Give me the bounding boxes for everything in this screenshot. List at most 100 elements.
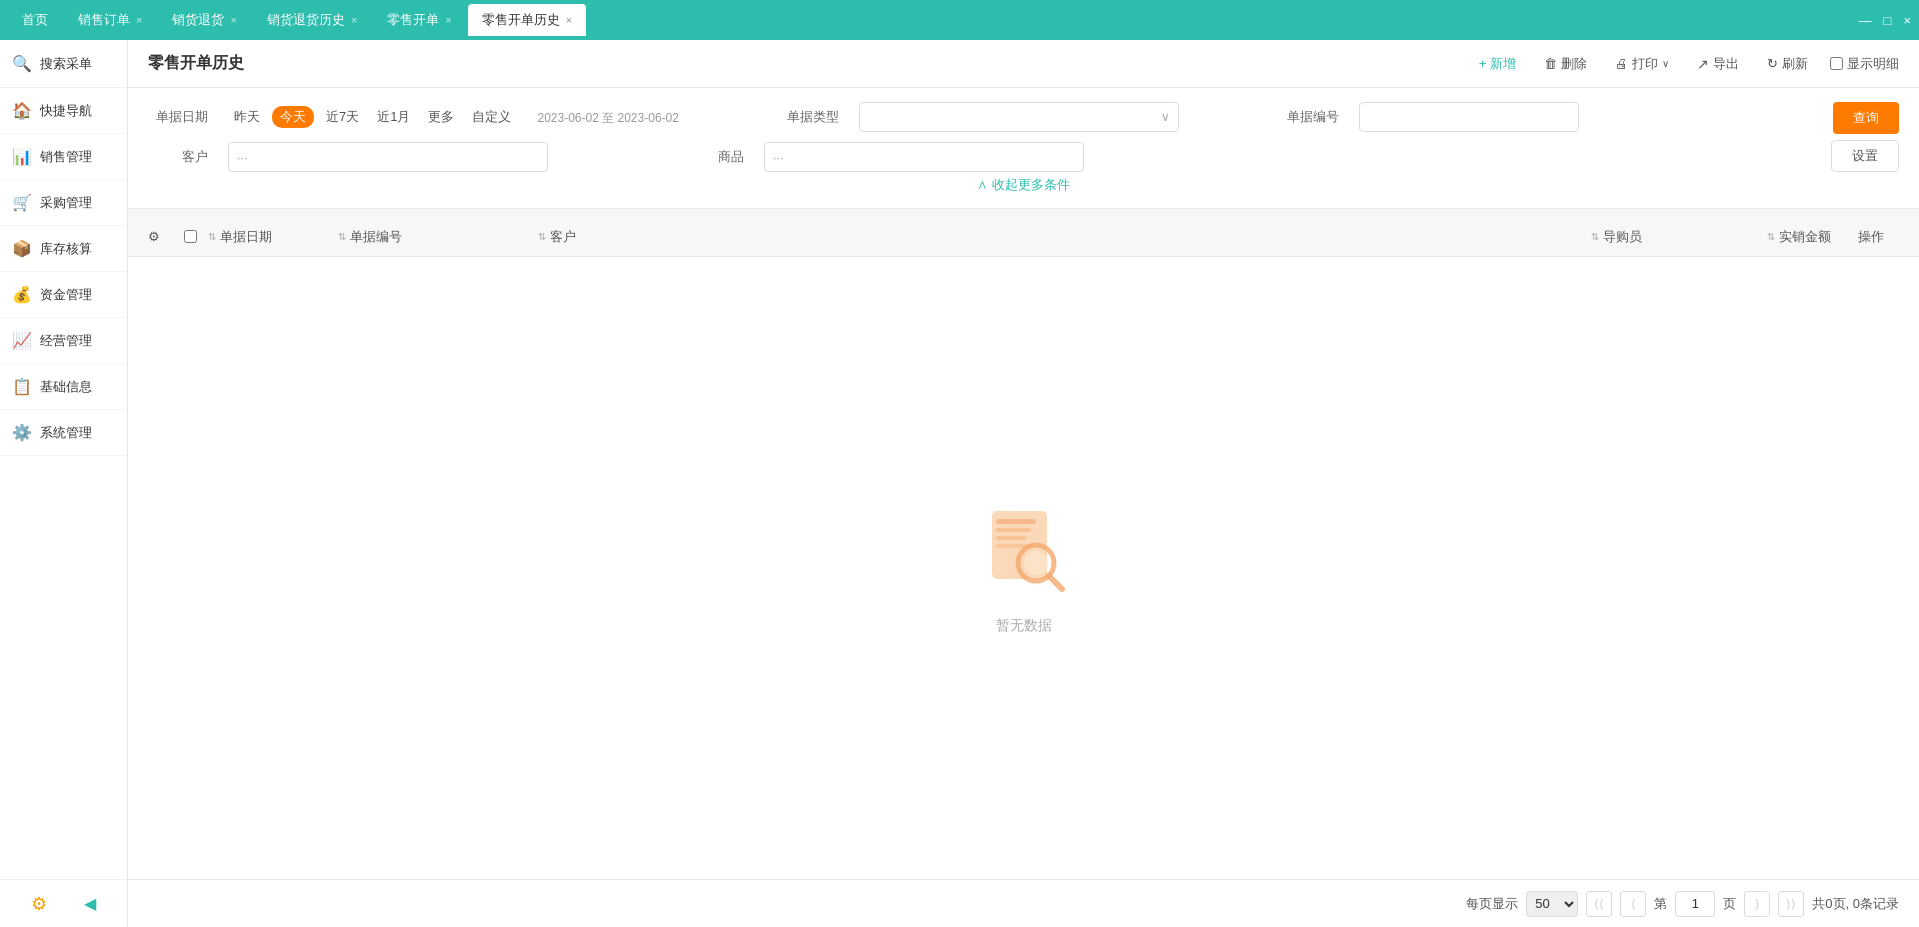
tab-home[interactable]: + 新增 首页 — [8, 4, 62, 36]
col-date-header[interactable]: ⇅ 单据日期 — [208, 228, 338, 246]
display-detail-toggle[interactable]: 显示明细 — [1830, 55, 1899, 73]
settings-bottom-icon[interactable]: ⚙ — [31, 893, 47, 915]
customer-label: 客户 — [148, 148, 208, 166]
col-action-label: 操作 — [1858, 228, 1884, 246]
tab-retail-open-history[interactable]: 零售开单历史 × — [468, 4, 586, 36]
date-opt-7days[interactable]: 近7天 — [320, 106, 365, 128]
date-label: 单据日期 — [148, 108, 208, 126]
tab-retail-open[interactable]: 零售开单 × — [373, 4, 465, 36]
tab-sales-return-close[interactable]: × — [230, 14, 236, 26]
sidebar-item-finance[interactable]: 💰 资金管理 — [0, 272, 127, 318]
maximize-btn[interactable]: □ — [1884, 13, 1892, 28]
filter-settings-button[interactable]: 设置 — [1831, 140, 1899, 172]
per-page-label: 每页显示 — [1466, 895, 1518, 913]
sidebar-item-purchase-mgmt[interactable]: 🛒 采购管理 — [0, 180, 127, 226]
add-label: + 新增 — [1479, 55, 1516, 73]
date-opt-today[interactable]: 今天 — [272, 106, 314, 128]
date-options-group: 昨天 今天 近7天 近1月 更多 自定义 — [228, 106, 517, 128]
table-area: ⚙ ⇅ 单据日期 ⇅ 单据编号 ⇅ 客户 ⇅ — [128, 217, 1919, 927]
pagination: 每页显示 10 20 50 100 ⟨⟨ ⟨ 第 页 ⟩ ⟩⟩ 共0页, 0条记… — [128, 879, 1919, 927]
svg-rect-2 — [996, 528, 1031, 532]
col-customer-header[interactable]: ⇅ 客户 — [538, 228, 1591, 246]
tab-sales-return-history[interactable]: 销货退货历史 × — [253, 4, 371, 36]
prev-page-btn[interactable]: ⟨ — [1620, 891, 1646, 917]
col-checkbox[interactable] — [172, 230, 208, 243]
tab-retail-open-close[interactable]: × — [445, 14, 451, 26]
main-layout: 🔍 搜索采单 🏠 快捷导航 📊 销售管理 🛒 采购管理 📦 库存核算 💰 资金管… — [0, 40, 1919, 927]
select-all-checkbox[interactable] — [184, 230, 197, 243]
minimize-btn[interactable]: — — [1859, 13, 1872, 28]
refresh-button[interactable]: ↻ 刷新 — [1761, 51, 1814, 77]
delete-icon: 🗑 — [1544, 56, 1557, 71]
export-button[interactable]: ↗ 导出 — [1691, 51, 1745, 77]
col-guide-label: 导购员 — [1603, 228, 1642, 246]
page-title: 零售开单历史 — [148, 53, 1473, 74]
basic-info-icon: 📋 — [12, 377, 30, 396]
date-range-text: 2023-06-02 至 2023-06-02 — [537, 110, 678, 127]
query-button[interactable]: 查询 — [1833, 102, 1899, 134]
empty-icon — [974, 501, 1074, 601]
display-detail-checkbox[interactable] — [1830, 57, 1843, 70]
per-page-select[interactable]: 10 20 50 100 — [1526, 891, 1578, 917]
purchase-mgmt-label: 采购管理 — [40, 194, 92, 212]
tab-sales-order-close[interactable]: × — [136, 14, 142, 26]
col-amount-header[interactable]: ⇅ 实销金额 — [1711, 228, 1831, 246]
goods-input[interactable]: ··· — [764, 142, 1084, 172]
export-label: 导出 — [1713, 55, 1739, 73]
system-icon: ⚙️ — [12, 423, 30, 442]
type-select[interactable]: ∨ — [859, 102, 1179, 132]
col-guide-header[interactable]: ⇅ 导购员 — [1591, 228, 1711, 246]
tab-sales-order[interactable]: 销售订单 × — [64, 4, 156, 36]
tab-retail-open-history-close[interactable]: × — [566, 14, 572, 26]
inventory-icon: 📦 — [12, 239, 30, 258]
operations-label: 经营管理 — [40, 332, 92, 350]
current-page-input[interactable] — [1675, 891, 1715, 917]
inventory-label: 库存核算 — [40, 240, 92, 258]
next-page-btn[interactable]: ⟩ — [1744, 891, 1770, 917]
col-amount-label: 实销金额 — [1779, 228, 1831, 246]
add-button[interactable]: + 新增 — [1473, 51, 1522, 77]
tab-sales-return-history-close[interactable]: × — [351, 14, 357, 26]
first-page-btn[interactable]: ⟨⟨ — [1586, 891, 1612, 917]
close-btn[interactable]: × — [1903, 13, 1911, 28]
sidebar-item-operations[interactable]: 📈 经营管理 — [0, 318, 127, 364]
sidebar-item-inventory[interactable]: 📦 库存核算 — [0, 226, 127, 272]
col-order-no-label: 单据编号 — [350, 228, 402, 246]
collapse-sidebar-icon[interactable]: ◀ — [84, 894, 96, 913]
date-opt-yesterday[interactable]: 昨天 — [228, 106, 266, 128]
order-no-input[interactable] — [1359, 102, 1579, 132]
sort-icon-left-customer: ⇅ — [538, 231, 546, 242]
date-opt-custom[interactable]: 自定义 — [466, 106, 517, 128]
sort-icon-left-order: ⇅ — [338, 231, 346, 242]
col-settings-icon[interactable]: ⚙ — [136, 229, 172, 244]
purchase-mgmt-icon: 🛒 — [12, 193, 30, 212]
sales-mgmt-icon: 📊 — [12, 147, 30, 166]
customer-dots: ··· — [237, 150, 248, 165]
date-opt-1month[interactable]: 近1月 — [371, 106, 416, 128]
tab-sales-return[interactable]: 销货退货 × — [158, 4, 250, 36]
print-caret: ∨ — [1662, 58, 1669, 69]
print-icon: 🖨 — [1615, 56, 1628, 71]
delete-button[interactable]: 🗑 删除 — [1538, 51, 1593, 77]
last-page-btn[interactable]: ⟩⟩ — [1778, 891, 1804, 917]
customer-input[interactable]: ··· — [228, 142, 548, 172]
col-order-no-header[interactable]: ⇅ 单据编号 — [338, 228, 538, 246]
col-customer-label: 客户 — [550, 228, 576, 246]
query-label: 查询 — [1853, 109, 1879, 127]
quick-nav-label: 快捷导航 — [40, 102, 92, 120]
print-button[interactable]: 🖨 打印 ∨ — [1609, 51, 1675, 77]
col-action-header: 操作 — [1831, 228, 1911, 246]
col-date-label: 单据日期 — [220, 228, 272, 246]
sidebar-search[interactable]: 🔍 搜索采单 — [0, 40, 127, 88]
search-icon: 🔍 — [12, 54, 32, 73]
filter-row-1: 单据日期 昨天 今天 近7天 近1月 更多 自定义 2023-06-02 至 2… — [148, 102, 1811, 132]
date-opt-more[interactable]: 更多 — [422, 106, 460, 128]
sidebar-item-sales-mgmt[interactable]: 📊 销售管理 — [0, 134, 127, 180]
sidebar-item-quick-nav[interactable]: 🏠 快捷导航 — [0, 88, 127, 134]
sidebar-item-system[interactable]: ⚙️ 系统管理 — [0, 410, 127, 456]
settings-label: 设置 — [1852, 147, 1878, 165]
collapse-button[interactable]: ∧ 收起更多条件 — [148, 176, 1899, 194]
order-no-label: 单据编号 — [1279, 108, 1339, 126]
sidebar-item-basic-info[interactable]: 📋 基础信息 — [0, 364, 127, 410]
tab-home-label: 首页 — [22, 11, 48, 29]
